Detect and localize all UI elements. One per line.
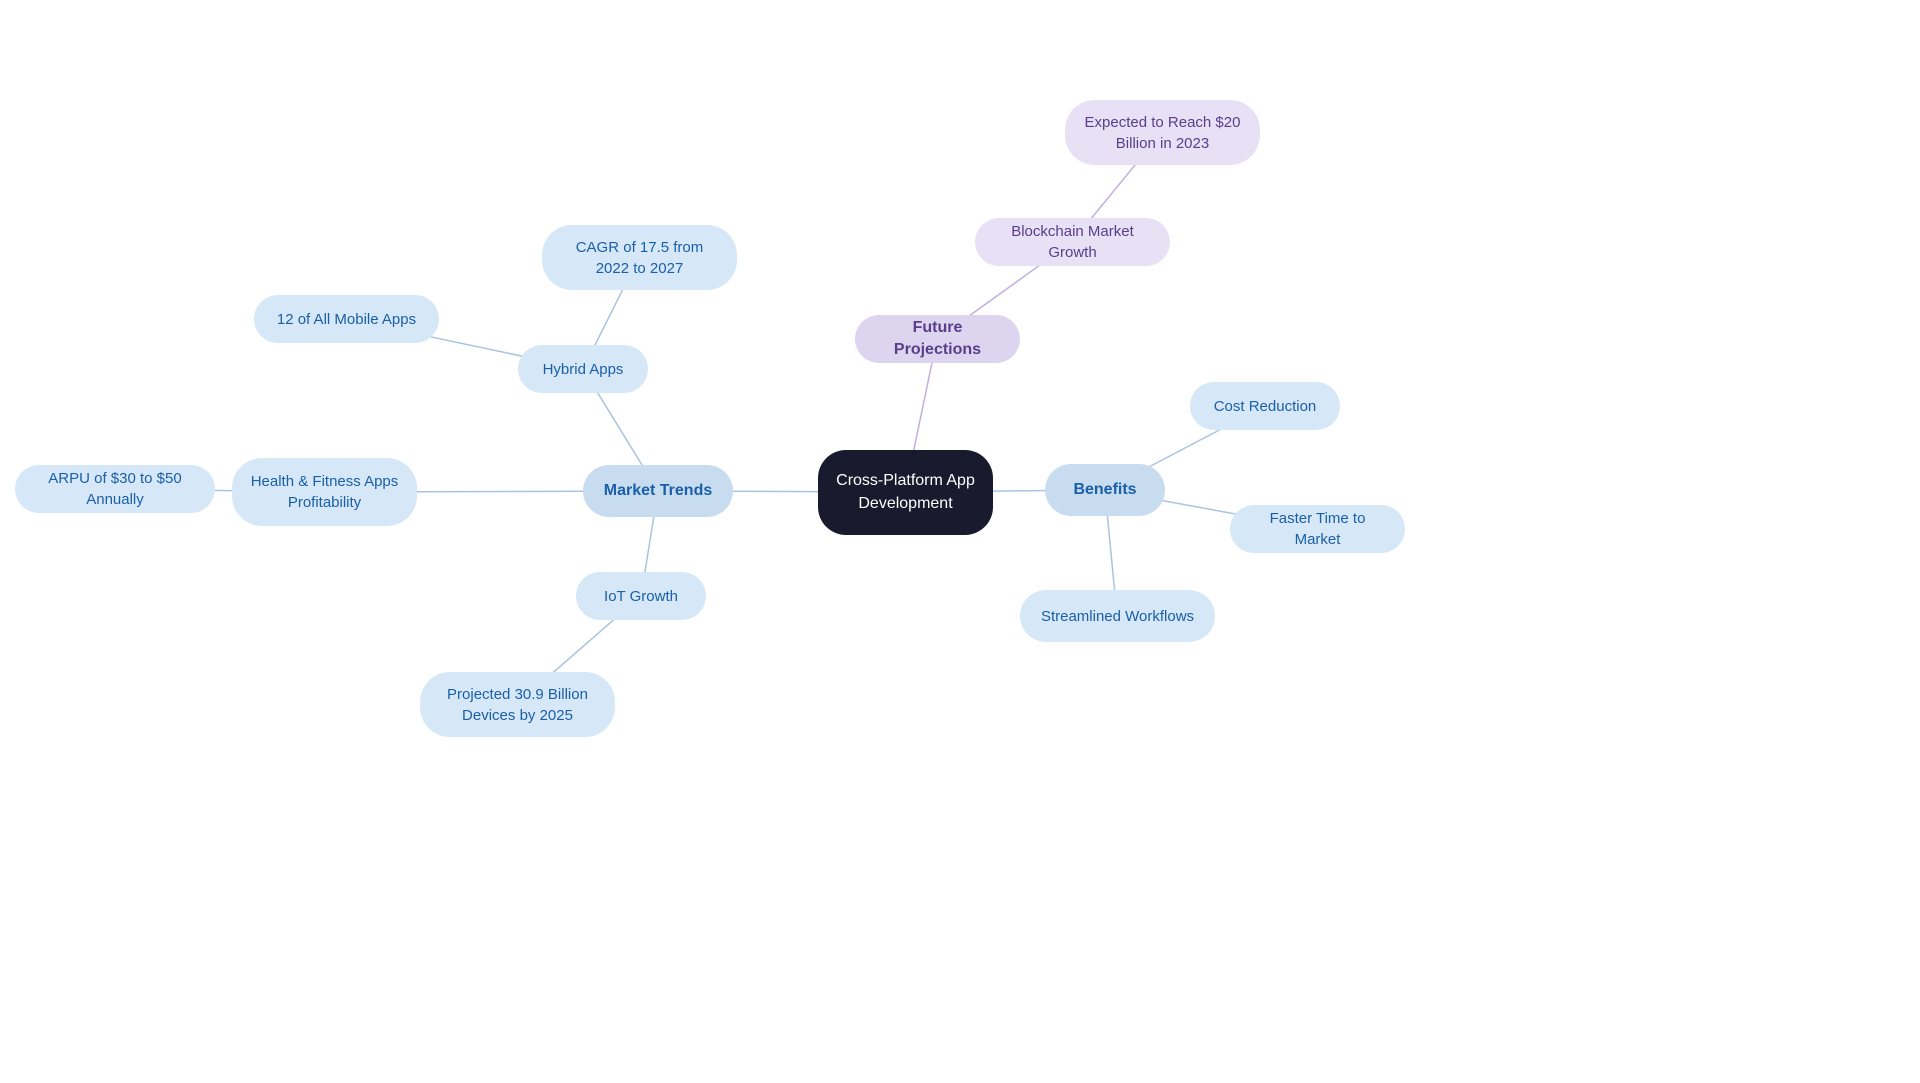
streamlined-node: Streamlined Workflows [1020,590,1215,642]
hybrid-apps-node: Hybrid Apps [518,345,648,393]
future-projections-node: Future Projections [855,315,1020,363]
iot-growth-node: IoT Growth [576,572,706,620]
center-node: Cross-Platform App Development [818,450,993,535]
twelve-mobile-node: 12 of All Mobile Apps [254,295,439,343]
market-trends-node: Market Trends [583,465,733,517]
cost-reduction-node: Cost Reduction [1190,382,1340,430]
projected-node: Projected 30.9 Billion Devices by 2025 [420,672,615,737]
health-fitness-node: Health & Fitness Apps Profitability [232,458,417,526]
arpu-node: ARPU of $30 to $50 Annually [15,465,215,513]
benefits-node: Benefits [1045,464,1165,516]
blockchain-node: Blockchain Market Growth [975,218,1170,266]
expected-node: Expected to Reach $20 Billion in 2023 [1065,100,1260,165]
faster-time-node: Faster Time to Market [1230,505,1405,553]
cagr-node: CAGR of 17.5 from 2022 to 2027 [542,225,737,290]
